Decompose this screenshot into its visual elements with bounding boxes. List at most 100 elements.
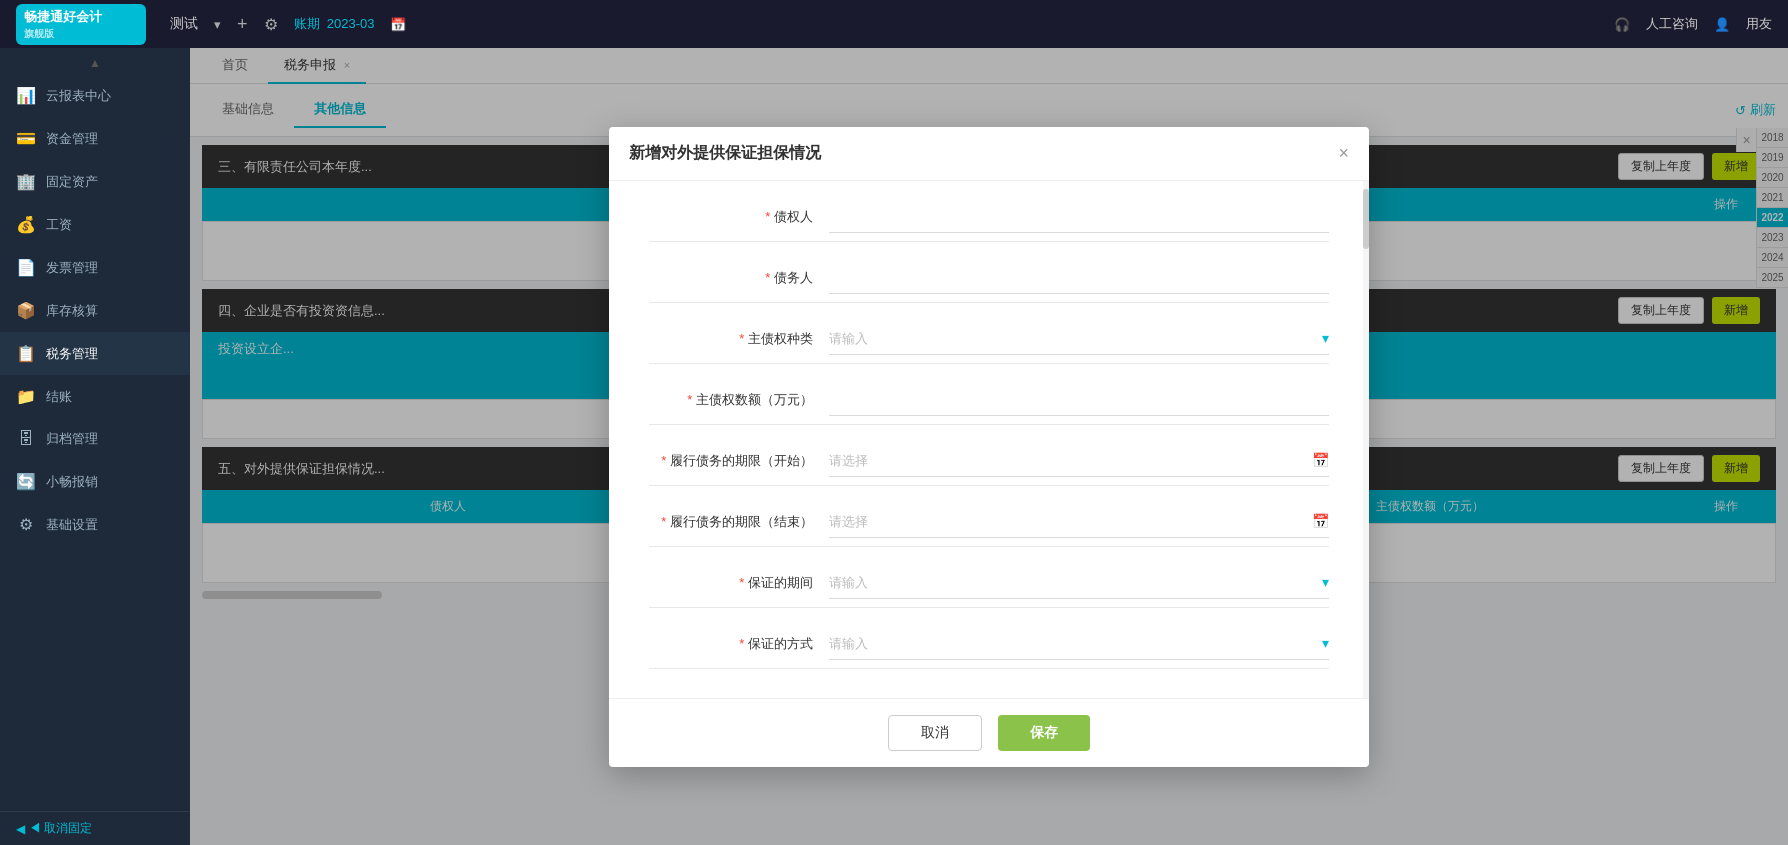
content-area: 首页 税务申报 × 基础信息 其他信息 ↺ 刷新: [190, 48, 1788, 845]
logo-text: 畅捷通好会计: [24, 8, 102, 26]
modal-scrollbar-thumb[interactable]: [1363, 189, 1369, 249]
modal: 新增对外提供保证担保情况 × * 债权人: [609, 127, 1369, 767]
tax-mgmt-icon: 📋: [16, 344, 36, 363]
period-start-input[interactable]: [829, 449, 1312, 472]
sidebar-label-payroll: 工资: [46, 216, 72, 234]
form-row-guarantee-period: * 保证的期间 ▾: [649, 567, 1329, 608]
debtor-input-wrap: [829, 262, 1329, 294]
form-row-period-end: * 履行债务的期限（结束） 📅: [649, 506, 1329, 547]
form-row-creditor: * 债权人: [649, 201, 1329, 242]
add-icon[interactable]: +: [237, 14, 248, 35]
main-layout: ▲ 📊 云报表中心 💳 资金管理 🏢 固定资产 💰 工资 📄 发票管理 📦 库存…: [0, 48, 1788, 845]
sidebar-label-closing: 结账: [46, 388, 72, 406]
debt-amount-label: * 主债权数额（万元）: [649, 391, 829, 409]
sidebar-label-tax-mgmt: 税务管理: [46, 345, 98, 363]
creditor-input-wrap: [829, 201, 1329, 233]
company-name: 测试: [170, 15, 198, 33]
guarantee-method-input[interactable]: [829, 632, 1322, 655]
logo-sub: 旗舰版: [24, 27, 102, 41]
sidebar-item-payroll[interactable]: 💰 工资: [0, 203, 190, 246]
service-icon: 🎧: [1614, 17, 1630, 32]
debtor-input[interactable]: [829, 266, 1329, 289]
modal-title: 新增对外提供保证担保情况: [629, 143, 821, 164]
unfix-sidebar[interactable]: ◀ ◀ 取消固定: [0, 811, 190, 845]
sidebar-label-fund-mgmt: 资金管理: [46, 130, 98, 148]
sidebar-item-cloud-report[interactable]: 📊 云报表中心: [0, 74, 190, 117]
period-value: 2023-03: [327, 16, 375, 31]
form-row-debt-amount: * 主债权数额（万元）: [649, 384, 1329, 425]
sidebar-item-archive[interactable]: 🗄 归档管理: [0, 418, 190, 460]
unfix-icon: ◀: [16, 822, 25, 836]
modal-close-button[interactable]: ×: [1338, 144, 1349, 162]
expense-icon: 🔄: [16, 472, 36, 491]
period-end-input-wrap: 📅: [829, 506, 1329, 538]
period-label: 账期 2023-03: [294, 15, 375, 33]
creditor-label: * 债权人: [649, 208, 829, 226]
cancel-button[interactable]: 取消: [888, 715, 982, 751]
creditor-input[interactable]: [829, 205, 1329, 228]
guarantee-period-input-wrap: ▾: [829, 567, 1329, 599]
sidebar-label-base-settings: 基础设置: [46, 516, 98, 534]
period-end-input[interactable]: [829, 510, 1312, 533]
debt-type-label: * 主债权种类: [649, 330, 829, 348]
base-settings-icon: ⚙: [16, 515, 36, 534]
sidebar: ▲ 📊 云报表中心 💳 资金管理 🏢 固定资产 💰 工资 📄 发票管理 📦 库存…: [0, 48, 190, 845]
user-label: 用友: [1746, 15, 1772, 33]
period-start-cal-icon[interactable]: 📅: [1312, 452, 1329, 468]
modal-scrollbar-track: [1363, 181, 1369, 698]
company-dropdown-icon[interactable]: ▾: [214, 17, 221, 32]
invoice-icon: 📄: [16, 258, 36, 277]
guarantee-period-input[interactable]: [829, 571, 1322, 594]
sidebar-item-base-settings[interactable]: ⚙ 基础设置: [0, 503, 190, 546]
settings-icon[interactable]: ⚙: [264, 15, 278, 34]
guarantee-method-dropdown-icon[interactable]: ▾: [1322, 635, 1329, 651]
save-button[interactable]: 保存: [998, 715, 1090, 751]
unfix-label: ◀ 取消固定: [29, 820, 92, 837]
inventory-icon: 📦: [16, 301, 36, 320]
fund-mgmt-icon: 💳: [16, 129, 36, 148]
fixed-assets-icon: 🏢: [16, 172, 36, 191]
sidebar-item-expense[interactable]: 🔄 小畅报销: [0, 460, 190, 503]
sidebar-item-closing[interactable]: 📁 结账: [0, 375, 190, 418]
sidebar-scroll-up[interactable]: ▲: [0, 52, 190, 74]
debtor-label: * 债务人: [649, 269, 829, 287]
debt-type-input-wrap: ▾: [829, 323, 1329, 355]
sidebar-label-inventory: 库存核算: [46, 302, 98, 320]
topbar-right: 🎧 人工咨询 👤 用友: [1614, 15, 1772, 33]
calendar-icon[interactable]: 📅: [390, 17, 406, 32]
guarantee-period-dropdown-icon[interactable]: ▾: [1322, 574, 1329, 590]
form-row-period-start: * 履行债务的期限（开始） 📅: [649, 445, 1329, 486]
sidebar-label-cloud-report: 云报表中心: [46, 87, 111, 105]
debt-amount-input[interactable]: [829, 388, 1329, 411]
period-end-label: * 履行债务的期限（结束）: [649, 513, 829, 531]
form-row-guarantee-method: * 保证的方式 ▾: [649, 628, 1329, 669]
period-start-input-wrap: 📅: [829, 445, 1329, 477]
period-start-label: * 履行债务的期限（开始）: [649, 452, 829, 470]
modal-header: 新增对外提供保证担保情况 ×: [609, 127, 1369, 181]
form-row-debt-type: * 主债权种类 ▾: [649, 323, 1329, 364]
topbar: 畅捷通好会计 旗舰版 测试 ▾ + ⚙ 账期 2023-03 📅 🎧 人工咨询 …: [0, 0, 1788, 48]
cloud-report-icon: 📊: [16, 86, 36, 105]
sidebar-item-invoice-mgmt[interactable]: 📄 发票管理: [0, 246, 190, 289]
guarantee-method-label: * 保证的方式: [649, 635, 829, 653]
archive-icon: 🗄: [16, 430, 36, 448]
sidebar-label-invoice-mgmt: 发票管理: [46, 259, 98, 277]
app-logo: 畅捷通好会计 旗舰版: [16, 4, 146, 45]
sidebar-label-expense: 小畅报销: [46, 473, 98, 491]
debt-type-dropdown-icon[interactable]: ▾: [1322, 330, 1329, 346]
form-row-debtor: * 债务人: [649, 262, 1329, 303]
closing-icon: 📁: [16, 387, 36, 406]
user-icon: 👤: [1714, 17, 1730, 32]
sidebar-item-inventory[interactable]: 📦 库存核算: [0, 289, 190, 332]
guarantee-method-input-wrap: ▾: [829, 628, 1329, 660]
sidebar-item-tax-mgmt[interactable]: 📋 税务管理: [0, 332, 190, 375]
period-end-cal-icon[interactable]: 📅: [1312, 513, 1329, 529]
sidebar-item-fixed-assets[interactable]: 🏢 固定资产: [0, 160, 190, 203]
sidebar-label-archive: 归档管理: [46, 430, 98, 448]
guarantee-period-label: * 保证的期间: [649, 574, 829, 592]
sidebar-label-fixed-assets: 固定资产: [46, 173, 98, 191]
modal-footer: 取消 保存: [609, 698, 1369, 767]
service-label[interactable]: 人工咨询: [1646, 15, 1698, 33]
debt-type-input[interactable]: [829, 327, 1322, 350]
sidebar-item-fund-mgmt[interactable]: 💳 资金管理: [0, 117, 190, 160]
